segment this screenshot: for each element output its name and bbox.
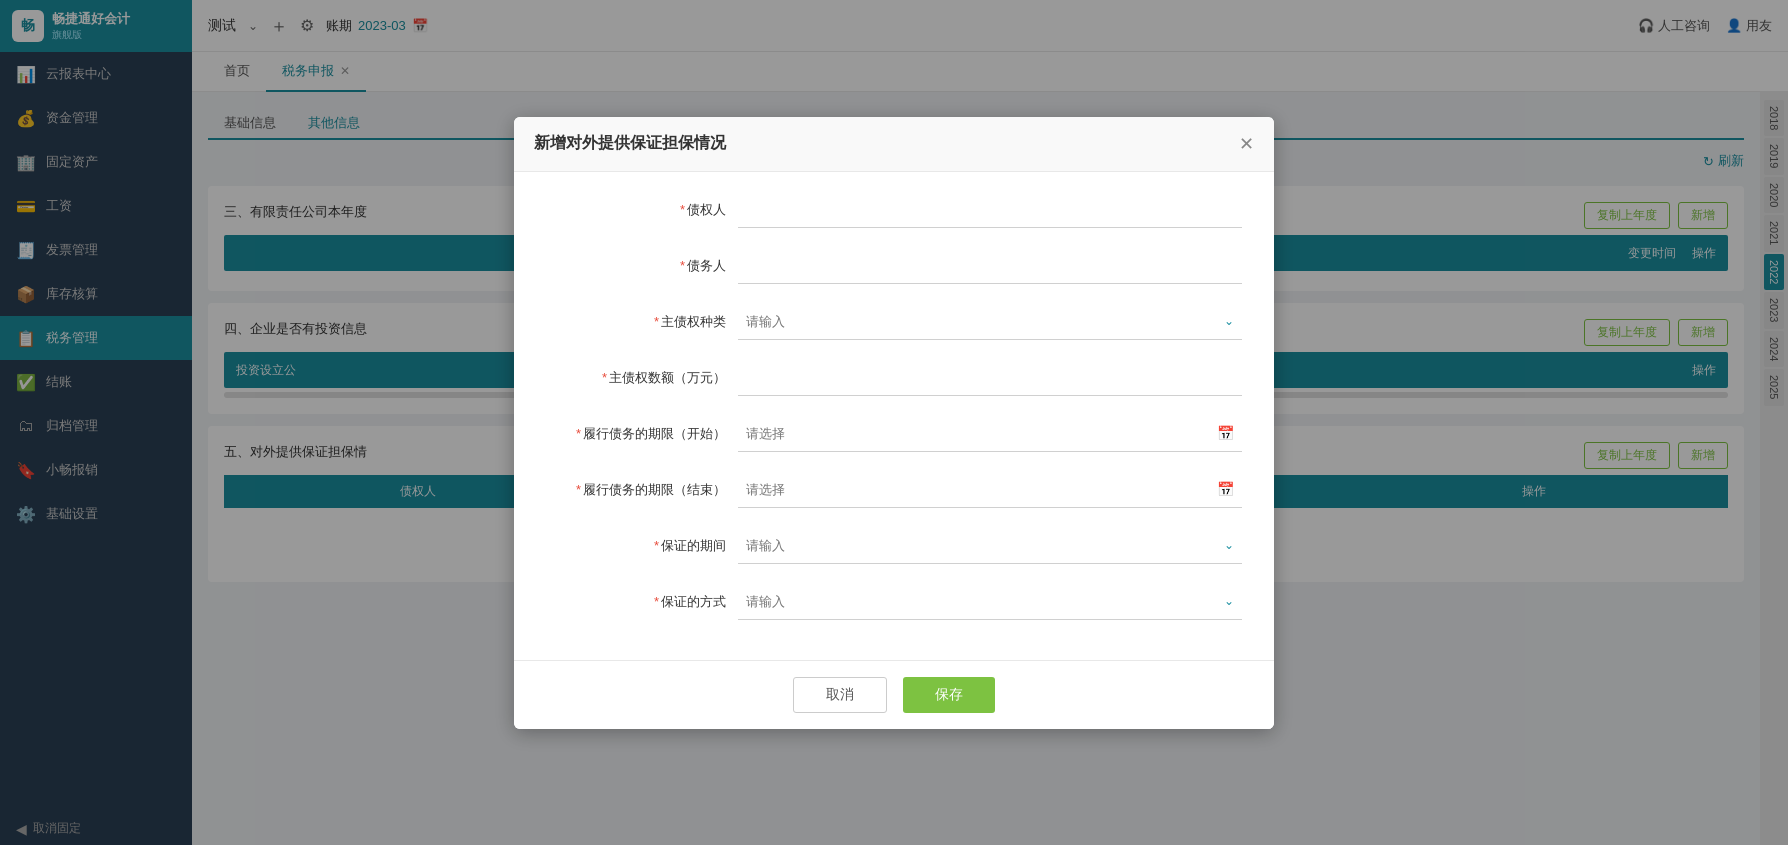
chevron-down-icon: ⌄: [1224, 314, 1242, 328]
chevron-down-icon: ⌄: [1224, 594, 1242, 608]
chevron-down-icon: ⌄: [1224, 538, 1242, 552]
calendar-icon: 📅: [1217, 425, 1242, 441]
form-row-guarantee_method: *保证的方式 ⌄: [546, 584, 1242, 620]
date-period_start[interactable]: 📅: [738, 416, 1242, 452]
field-debt_amount[interactable]: [738, 360, 1242, 396]
select-guarantee_method[interactable]: ⌄: [738, 584, 1242, 620]
form-label-guarantee_method: *保证的方式: [546, 593, 726, 611]
form-label-debt_amount: *主债权数额（万元）: [546, 369, 726, 387]
calendar-icon: 📅: [1217, 481, 1242, 497]
select-input-debt_type[interactable]: [738, 304, 1224, 339]
date-period_end[interactable]: 📅: [738, 472, 1242, 508]
form-row-creditor: *债权人: [546, 192, 1242, 228]
select-input-guarantee_method[interactable]: [738, 584, 1224, 619]
select-debt_type[interactable]: ⌄: [738, 304, 1242, 340]
form-label-creditor: *债权人: [546, 201, 726, 219]
modal-overlay: 新增对外提供保证担保情况 ✕ *债权人 *债务人 *主债权种类 ⌄ *主债权数额（万元）…: [0, 0, 1788, 845]
modal-body: *债权人*债务人*主债权种类⌄*主债权数额（万元）*履行债务的期限（开始）📅*履…: [514, 172, 1274, 660]
select-guarantee_period[interactable]: ⌄: [738, 528, 1242, 564]
form-label-period_start: *履行债务的期限（开始）: [546, 425, 726, 443]
modal-header: 新增对外提供保证担保情况 ✕: [514, 117, 1274, 172]
form-label-guarantee_period: *保证的期间: [546, 537, 726, 555]
field-debtor[interactable]: [738, 248, 1242, 284]
form-row-period_start: *履行债务的期限（开始） 📅: [546, 416, 1242, 452]
form-label-debt_type: *主债权种类: [546, 313, 726, 331]
modal-close-button[interactable]: ✕: [1239, 133, 1254, 155]
form-label-debtor: *债务人: [546, 257, 726, 275]
form-row-debt_type: *主债权种类 ⌄: [546, 304, 1242, 340]
form-label-period_end: *履行债务的期限（结束）: [546, 481, 726, 499]
form-row-debtor: *债务人: [546, 248, 1242, 284]
save-button[interactable]: 保存: [903, 677, 995, 713]
date-input-period_start[interactable]: [738, 416, 1217, 451]
modal-footer: 取消 保存: [514, 660, 1274, 729]
date-input-period_end[interactable]: [738, 472, 1217, 507]
select-input-guarantee_period[interactable]: [738, 528, 1224, 563]
add-guarantee-modal: 新增对外提供保证担保情况 ✕ *债权人 *债务人 *主债权种类 ⌄ *主债权数额（万元）…: [514, 117, 1274, 729]
form-row-period_end: *履行债务的期限（结束） 📅: [546, 472, 1242, 508]
cancel-button[interactable]: 取消: [793, 677, 887, 713]
modal-title: 新增对外提供保证担保情况: [534, 133, 726, 154]
field-creditor[interactable]: [738, 192, 1242, 228]
form-row-guarantee_period: *保证的期间 ⌄: [546, 528, 1242, 564]
form-row-debt_amount: *主债权数额（万元）: [546, 360, 1242, 396]
